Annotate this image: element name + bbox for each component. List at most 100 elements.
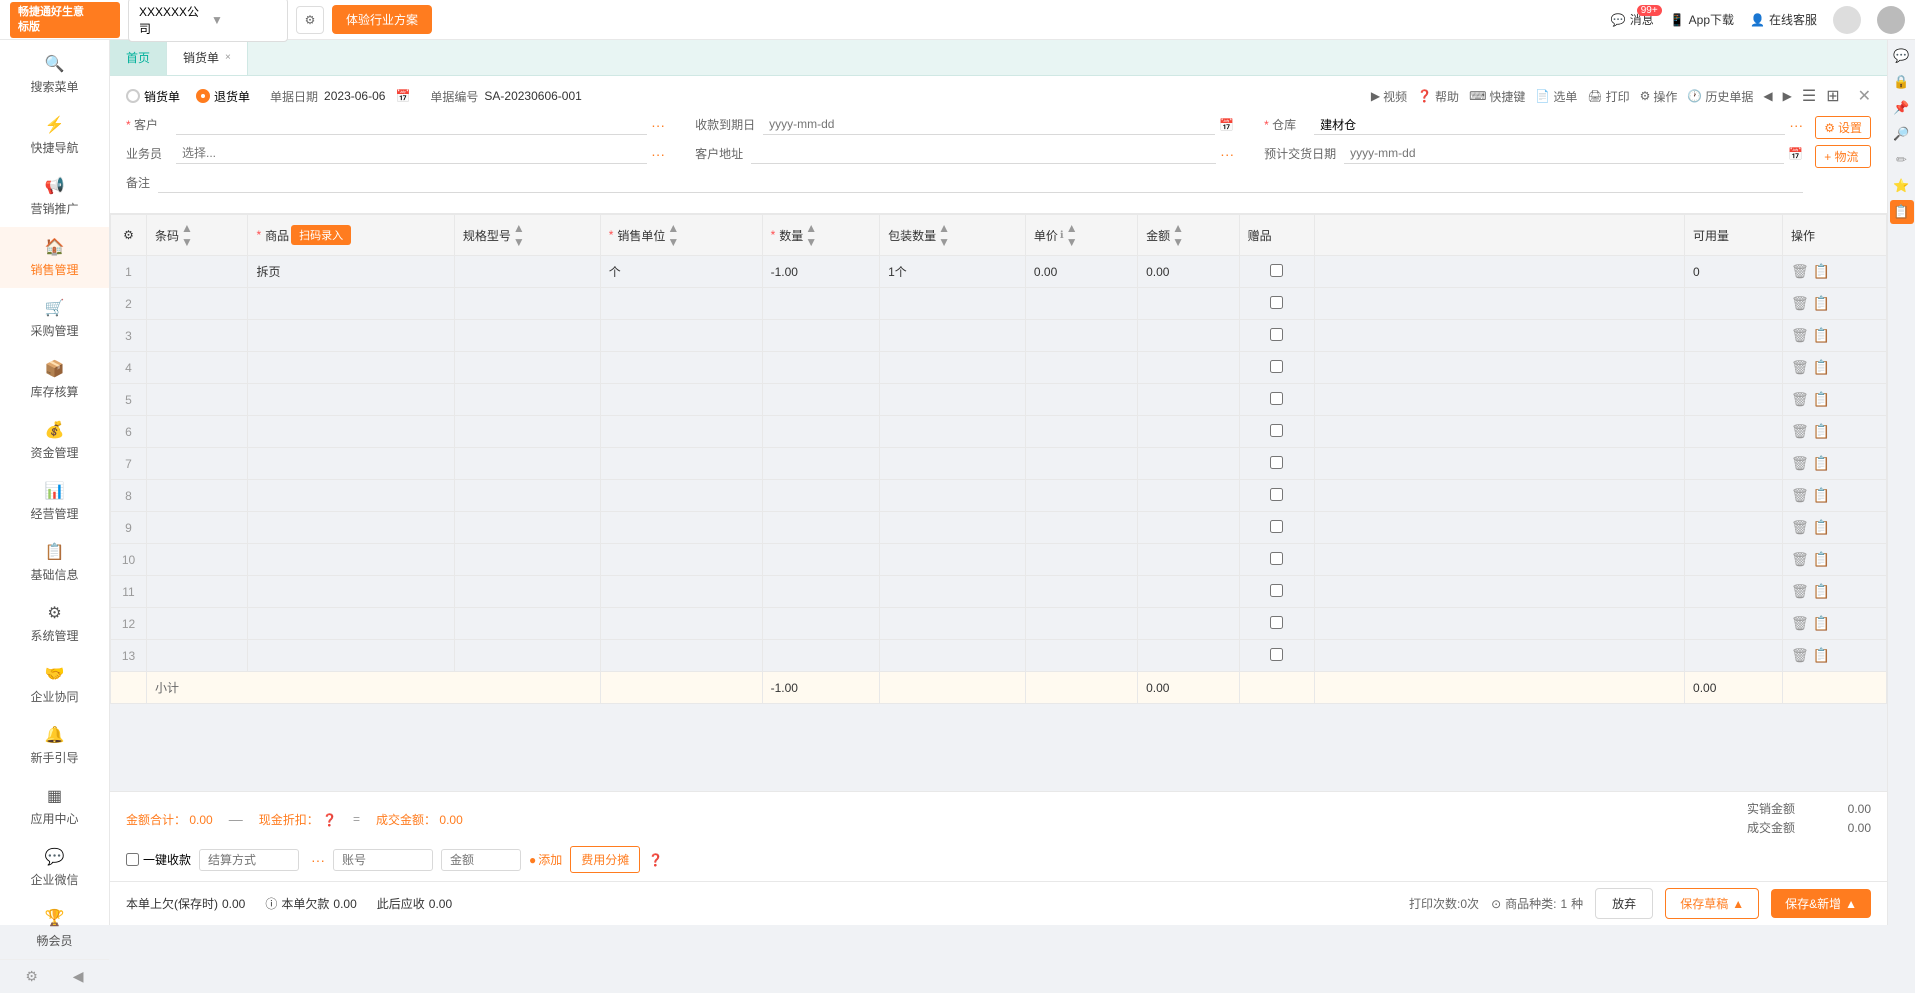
sidebar-item-apps[interactable]: ▦ 应用中心 <box>0 776 109 837</box>
delete-row-10-btn[interactable]: 🗑 <box>1791 551 1809 568</box>
delete-row-12-btn[interactable]: 🗑 <box>1791 615 1809 632</box>
copy-row-13-btn[interactable]: 📋 <box>1813 647 1830 664</box>
rp-btn-3[interactable]: 📌 <box>1890 96 1914 120</box>
row-amount-1[interactable]: 0.00 <box>1138 256 1239 288</box>
sidebar-item-basic-info[interactable]: 📋 基础信息 <box>0 532 109 593</box>
rp-btn-4[interactable]: 🔎 <box>1890 122 1914 146</box>
account-input[interactable] <box>333 849 433 871</box>
discard-button[interactable]: 放弃 <box>1595 888 1653 919</box>
customer-address-dots-btn[interactable]: ··· <box>1220 146 1234 162</box>
settings-button[interactable]: ⚙ 设置 <box>1815 116 1871 139</box>
copy-row-3-btn[interactable]: 📋 <box>1813 327 1830 344</box>
copy-row-12-btn[interactable]: 📋 <box>1813 615 1830 632</box>
row-product-1[interactable]: 拆页 <box>248 256 454 288</box>
sidebar-item-quick-nav[interactable]: ⚡ 快捷导航 <box>0 105 109 166</box>
delete-row-9-btn[interactable]: 🗑 <box>1791 519 1809 536</box>
save-draft-button[interactable]: 保存草稿 ▲ <box>1665 888 1759 919</box>
date-value[interactable]: 2023-06-06 <box>324 89 385 103</box>
avatar2[interactable] <box>1877 6 1905 34</box>
copy-row-9-btn[interactable]: 📋 <box>1813 519 1830 536</box>
radio-return-order[interactable]: 退货单 <box>196 88 250 105</box>
sidebar-item-member[interactable]: 🏆 畅会员 <box>0 898 109 959</box>
tab-home[interactable]: 首页 <box>110 40 167 75</box>
gift-checkbox-5[interactable] <box>1270 392 1283 405</box>
template-btn[interactable]: 📄 选单 <box>1535 88 1577 105</box>
company-selector[interactable]: XXXXXX公司 ▼ <box>128 0 288 42</box>
row-price-1[interactable]: 0.00 <box>1025 256 1137 288</box>
logistics-button[interactable]: + 物流 <box>1815 145 1871 168</box>
tab-close-icon[interactable]: × <box>225 52 231 63</box>
sidebar-item-purchase[interactable]: 🛒 采购管理 <box>0 288 109 349</box>
rp-btn-1[interactable]: 💬 <box>1890 44 1914 68</box>
settings-icon[interactable]: ⚙ <box>296 6 324 34</box>
expected-delivery-calendar-icon[interactable]: 📅 <box>1788 147 1803 161</box>
row-barcode-1[interactable] <box>147 256 248 288</box>
settle-dots-btn[interactable]: ··· <box>311 852 325 868</box>
history-btn[interactable]: 🕐 历史单据 <box>1687 88 1753 105</box>
sidebar-item-search[interactable]: 🔍 搜索菜单 <box>0 44 109 105</box>
radio-sales-order[interactable]: 销货单 <box>126 88 180 105</box>
delete-row-6-btn[interactable]: 🗑 <box>1791 423 1809 440</box>
save-new-button[interactable]: 保存&新增 ▲ <box>1771 889 1871 918</box>
sidebar-item-system[interactable]: ⚙ 系统管理 <box>0 593 109 654</box>
list-view-btn[interactable]: ☰ <box>1802 86 1816 106</box>
calendar-icon[interactable]: 📅 <box>395 89 410 103</box>
copy-row-10-btn[interactable]: 📋 <box>1813 551 1830 568</box>
question-icon[interactable]: ❓ <box>322 813 337 827</box>
remarks-input[interactable] <box>158 172 1803 193</box>
warehouse-dots-btn[interactable]: ··· <box>1789 117 1803 133</box>
messages-button[interactable]: 💬 消息 99+ <box>1611 11 1654 28</box>
rp-btn-6[interactable]: ⭐ <box>1890 174 1914 198</box>
gift-checkbox-10[interactable] <box>1270 552 1283 565</box>
salesperson-dots-btn[interactable]: ··· <box>651 146 665 162</box>
copy-row-2-btn[interactable]: 📋 <box>1813 295 1830 312</box>
gift-checkbox-3[interactable] <box>1270 328 1283 341</box>
payment-due-calendar-icon[interactable]: 📅 <box>1219 118 1234 132</box>
sidebar-settings-btn[interactable]: ⚙ <box>25 968 38 985</box>
sidebar-item-finance[interactable]: 💰 资金管理 <box>0 410 109 471</box>
copy-row-11-btn[interactable]: 📋 <box>1813 583 1830 600</box>
payment-due-input[interactable] <box>763 114 1215 135</box>
delete-row-5-btn[interactable]: 🗑 <box>1791 391 1809 408</box>
expense-split-btn[interactable]: 费用分摊 <box>570 846 640 873</box>
gift-checkbox-11[interactable] <box>1270 584 1283 597</box>
delete-row-13-btn[interactable]: 🗑 <box>1791 647 1809 664</box>
copy-row-5-btn[interactable]: 📋 <box>1813 391 1830 408</box>
warehouse-input[interactable] <box>1314 114 1785 135</box>
avatar[interactable] <box>1833 6 1861 34</box>
next-record-btn[interactable]: ▶ <box>1783 89 1792 103</box>
sidebar-item-sales[interactable]: 🏠 销售管理 <box>0 227 109 288</box>
rp-btn-7[interactable]: 📋 <box>1890 200 1914 224</box>
onepay-checkbox[interactable] <box>126 853 139 866</box>
row-gift-1[interactable] <box>1239 256 1315 288</box>
video-btn[interactable]: ▶ 视频 <box>1371 88 1407 105</box>
row-spec-1[interactable] <box>454 256 600 288</box>
copy-row-6-btn[interactable]: 📋 <box>1813 423 1830 440</box>
settle-method-input[interactable] <box>199 849 299 871</box>
gift-checkbox-1[interactable] <box>1270 264 1283 277</box>
gift-checkbox-6[interactable] <box>1270 424 1283 437</box>
customer-input[interactable] <box>176 114 647 135</box>
expected-delivery-input[interactable] <box>1344 143 1784 164</box>
delete-row-4-btn[interactable]: 🗑 <box>1791 359 1809 376</box>
online-service-button[interactable]: 👤 在线客服 <box>1750 11 1817 28</box>
gift-checkbox-8[interactable] <box>1270 488 1283 501</box>
copy-row-8-btn[interactable]: 📋 <box>1813 487 1830 504</box>
sidebar-item-inventory[interactable]: 📦 库存核算 <box>0 349 109 410</box>
rp-btn-5[interactable]: ✏ <box>1890 148 1914 172</box>
delete-row-8-btn[interactable]: 🗑 <box>1791 487 1809 504</box>
sidebar-item-enterprise-wechat[interactable]: 💬 企业微信 <box>0 837 109 898</box>
customer-address-input[interactable] <box>751 143 1216 164</box>
gift-checkbox-9[interactable] <box>1270 520 1283 533</box>
gift-checkbox-4[interactable] <box>1270 360 1283 373</box>
sidebar-item-marketing[interactable]: 📢 营销推广 <box>0 166 109 227</box>
action-btn[interactable]: ⚙ 操作 <box>1640 88 1678 105</box>
gift-checkbox-2[interactable] <box>1270 296 1283 309</box>
grid-view-btn[interactable]: ⊞ <box>1826 86 1839 106</box>
app-download-button[interactable]: 📱 App下载 <box>1670 11 1734 28</box>
salesperson-input[interactable] <box>176 143 647 164</box>
copy-row-7-btn[interactable]: 📋 <box>1813 455 1830 472</box>
copy-row-4-btn[interactable]: 📋 <box>1813 359 1830 376</box>
sidebar-collapse-btn[interactable]: ◀ <box>73 968 84 985</box>
row-qty-1[interactable]: -1.00 <box>762 256 880 288</box>
